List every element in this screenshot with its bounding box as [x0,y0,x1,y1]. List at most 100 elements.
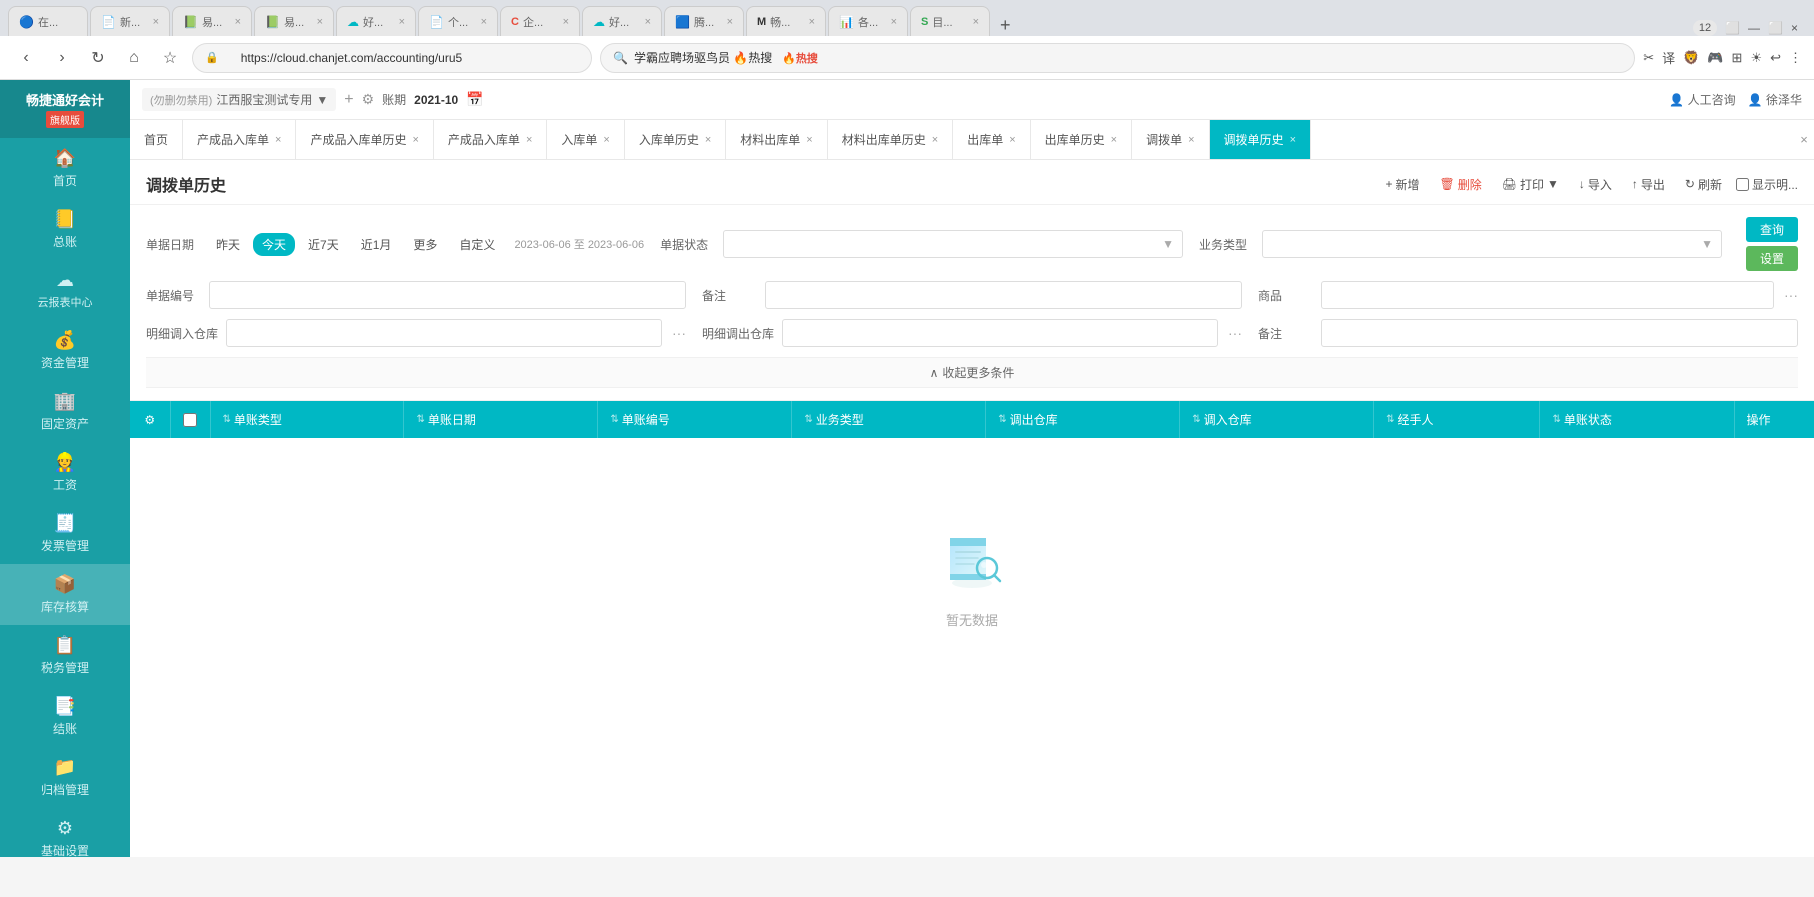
tab-close-material-outbound[interactable]: × [806,134,812,146]
browser-tab-5[interactable]: 📄 个... × [418,6,498,36]
sidebar-item-invoice[interactable]: 🧾 发票管理 [0,503,130,564]
sidebar-item-salary[interactable]: 👷 工资 [0,442,130,503]
sidebar-item-settings[interactable]: ⚙ 基础设置 [0,808,130,857]
customer-service-btn[interactable]: 👤 人工咨询 [1669,91,1735,108]
tab-close-transfer-history[interactable]: × [1290,134,1296,146]
browser-tab-1[interactable]: 📄 新... × [90,6,170,36]
minimize-btn[interactable]: — [1748,21,1760,35]
th-checkbox[interactable] [170,401,210,438]
browser-tab-0[interactable]: 🔵 在... [8,6,88,36]
docno-input[interactable] [209,281,686,309]
sidebar-item-capital[interactable]: 💰 资金管理 [0,320,130,381]
display-toggle[interactable]: 显示明... [1736,176,1798,193]
tab-material-outbound[interactable]: 材料出库单 × [726,120,827,160]
tab-transfer[interactable]: 调拨单 × [1132,120,1209,160]
browser-tab-9[interactable]: M 畅... × [746,6,826,36]
undo-icon[interactable]: ↩ [1770,50,1781,66]
display-checkbox[interactable] [1736,178,1749,191]
import-btn[interactable]: ↓ 导入 [1573,173,1618,196]
th-handler[interactable]: ⇅ 经手人 [1374,401,1540,438]
th-doc-status[interactable]: ⇅ 单账状态 [1540,401,1734,438]
tab-close-outbound[interactable]: × [1009,134,1015,146]
th-doc-type[interactable]: ⇅ 单账类型 [210,401,404,438]
sidebar-item-home[interactable]: 🏠 首页 [0,138,130,199]
date-btn-7days[interactable]: 近7天 [299,233,348,256]
select-all-checkbox[interactable] [183,413,197,427]
th-settings[interactable]: ⚙ [130,401,170,438]
collapse-row[interactable]: ∧ 收起更多条件 [146,357,1798,388]
sidebar-item-assets[interactable]: 🏢 固定资产 [0,381,130,442]
tab-close-product-inbound-history[interactable]: × [412,134,418,146]
cut-icon[interactable]: ✂ [1643,50,1654,66]
settings-btn[interactable]: 设置 [1746,246,1798,271]
th-doc-no[interactable]: ⇅ 单账编号 [598,401,792,438]
tab-close-outbound-history[interactable]: × [1111,134,1117,146]
query-btn[interactable]: 查询 [1746,217,1798,242]
tab-inbound-history[interactable]: 入库单历史 × [625,120,726,160]
forward-btn[interactable]: › [48,44,76,72]
tab-close-material-outbound-history[interactable]: × [932,134,938,146]
th-from-warehouse[interactable]: ⇅ 调出仓库 [986,401,1180,438]
remark-input[interactable] [765,281,1242,309]
calendar-icon[interactable]: 📅 [466,91,483,108]
browser-tab-8[interactable]: 🟦 腾... × [664,6,744,36]
date-btn-more[interactable]: 更多 [404,233,446,256]
status-select[interactable]: ▼ [723,230,1183,258]
browser-tab-3[interactable]: 📗 易... × [254,6,334,36]
tab-outbound-history[interactable]: 出库单历史 × [1031,120,1132,160]
goods-ellipsis-btn[interactable]: ··· [1784,287,1798,303]
bookmark-btn[interactable]: ☆ [156,44,184,72]
tab-product-inbound2[interactable]: 产成品入库单 × [434,120,547,160]
close-all-tabs-btn[interactable]: × [1794,132,1814,147]
export-btn[interactable]: ↑ 导出 [1626,173,1671,196]
add-org-btn[interactable]: + [344,91,353,109]
extension-icon2[interactable]: 🎮 [1707,50,1723,66]
browser-tab-10[interactable]: 📊 各... × [828,6,908,36]
browser-tab-6[interactable]: C 企... × [500,6,580,36]
sidebar-item-close[interactable]: 📑 结账 [0,686,130,747]
tab-product-inbound[interactable]: 产成品入库单 × [183,120,296,160]
extension-icon3[interactable]: ⊞ [1732,50,1743,66]
tab-inbound[interactable]: 入库单 × [547,120,624,160]
close-window-btn[interactable]: × [1791,21,1798,35]
tab-more-btn[interactable]: ⬜ [1725,21,1740,35]
browser-tab-4[interactable]: ☁ 好... × [336,6,416,36]
translate-icon[interactable]: 译 [1662,48,1675,67]
delete-btn[interactable]: 🗑 删除 [1433,173,1487,196]
date-btn-custom[interactable]: 自定义 [450,233,504,256]
refresh-btn[interactable]: ↻ 刷新 [1679,173,1728,196]
sidebar-item-reports[interactable]: ☁ 云报表中心 [0,260,130,320]
tab-close-inbound[interactable]: × [603,134,609,146]
new-tab-btn[interactable]: + [992,15,1019,36]
url-input[interactable] [225,43,579,73]
print-btn[interactable]: 🖨 打印 ▼ [1496,173,1565,196]
tab-outbound[interactable]: 出库单 × [953,120,1030,160]
to-warehouse-input[interactable] [782,319,1218,347]
browser-tab-11[interactable]: S 目... × [910,6,990,36]
th-doc-date[interactable]: ⇅ 单账日期 [404,401,598,438]
home-btn[interactable]: ⌂ [120,44,148,72]
tab-close-inbound-history[interactable]: × [705,134,711,146]
browser-tab-2[interactable]: 📗 易... × [172,6,252,36]
column-settings-icon[interactable]: ⚙ [144,413,155,427]
org-selector[interactable]: (勿删勿禁用) 江西服宝测试专用 ▼ [142,88,336,111]
to-warehouse-ellipsis-btn[interactable]: ··· [1228,325,1242,341]
from-warehouse-ellipsis-btn[interactable]: ··· [672,325,686,341]
from-warehouse-input[interactable] [226,319,662,347]
date-btn-1month[interactable]: 近1月 [352,233,401,256]
tab-home[interactable]: 首页 [130,120,183,160]
date-btn-yesterday[interactable]: 昨天 [207,233,249,256]
tab-material-outbound-history[interactable]: 材料出库单历史 × [828,120,953,160]
back-btn[interactable]: ‹ [12,44,40,72]
tab-close-product-inbound[interactable]: × [275,134,281,146]
tab-transfer-history[interactable]: 调拨单历史 × [1210,120,1311,160]
sidebar-item-inventory[interactable]: 📦 库存核算 [0,564,130,625]
extension-icon1[interactable]: 🦁 [1683,50,1699,66]
biztype-select[interactable]: ▼ [1262,230,1722,258]
new-btn[interactable]: + 新增 [1379,173,1425,196]
sidebar-item-ledger[interactable]: 📒 总账 [0,199,130,260]
sidebar-item-tax[interactable]: 📋 税务管理 [0,625,130,686]
th-to-warehouse[interactable]: ⇅ 调入仓库 [1180,401,1374,438]
user-avatar[interactable]: 👤 徐泽华 [1748,91,1802,108]
browser-tab-7[interactable]: ☁ 好... × [582,6,662,36]
